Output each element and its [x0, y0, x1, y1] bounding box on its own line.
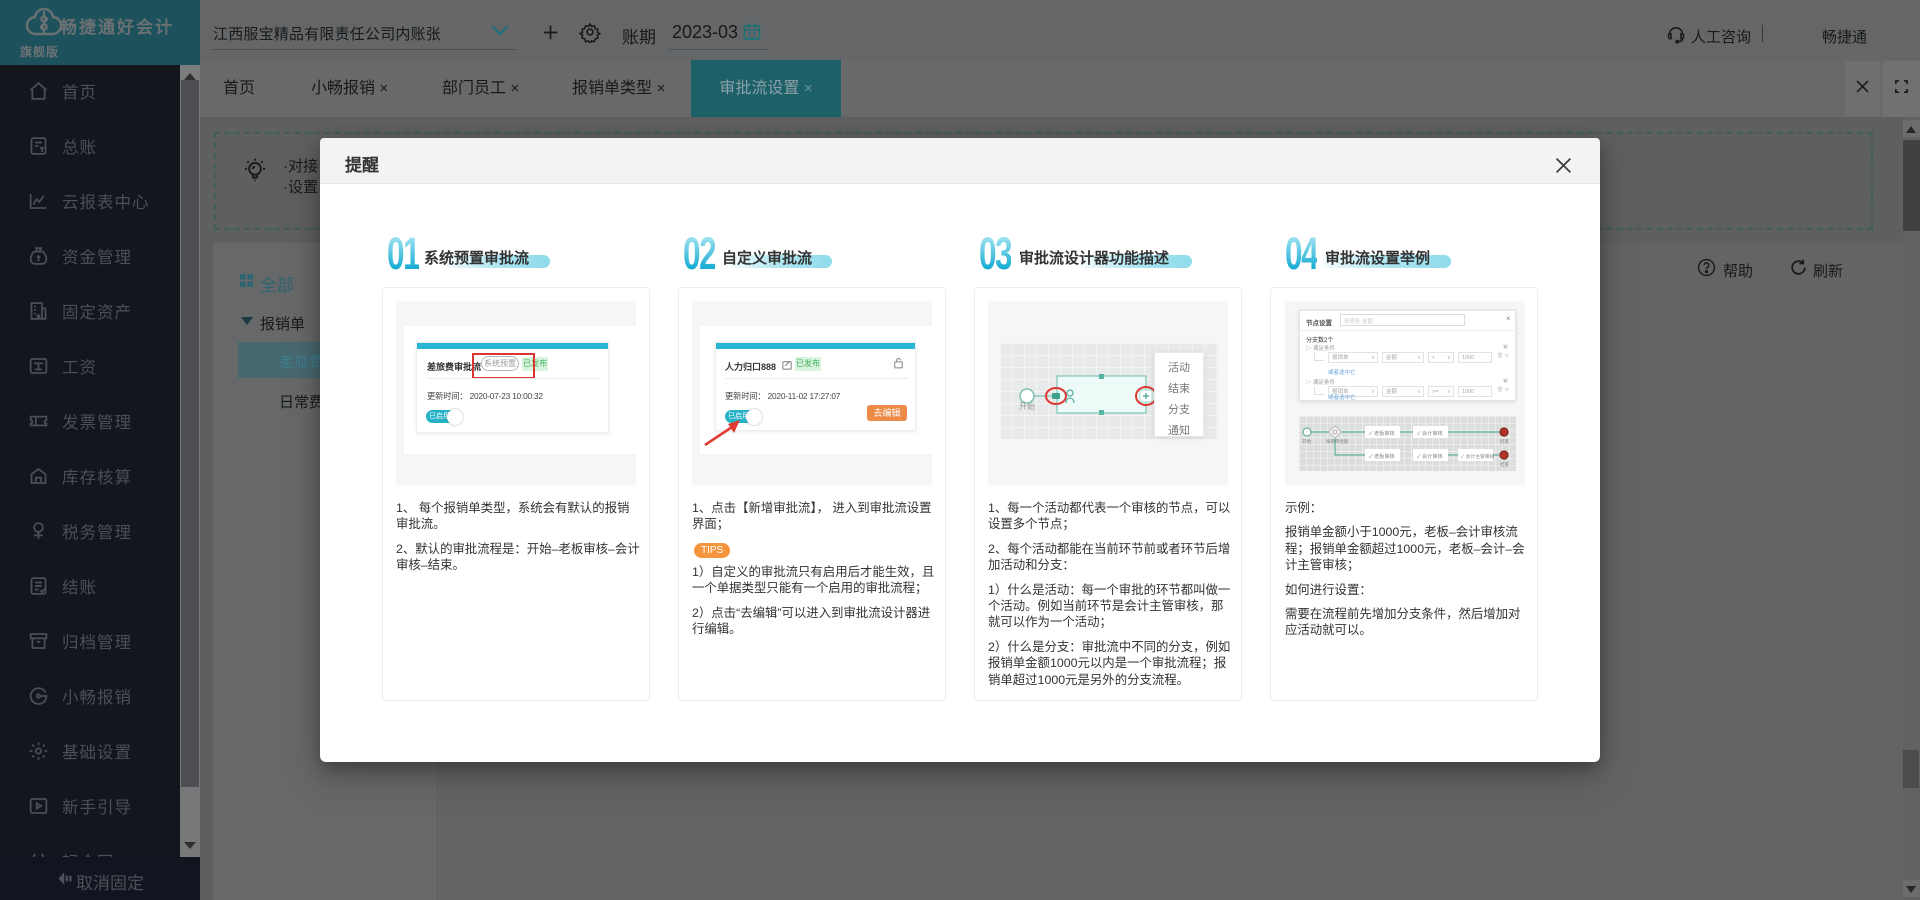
svg-text:结束: 结束	[1500, 438, 1509, 445]
svg-text:✓ 会计审核: ✓ 会计审核	[1417, 452, 1443, 460]
svg-text:报销单金额: 报销单金额	[1326, 438, 1349, 445]
svg-text:结束: 结束	[1500, 461, 1509, 468]
svg-text:✓ 会计审核: ✓ 会计审核	[1417, 429, 1443, 437]
svg-text:开始: 开始	[1302, 438, 1311, 445]
svg-text:开始: 开始	[1019, 401, 1035, 411]
svg-text:✓ 老板审核: ✓ 老板审核	[1369, 452, 1395, 460]
svg-text:✓ 会计主管审核: ✓ 会计主管审核	[1461, 453, 1495, 460]
svg-text:✓ 老板审核: ✓ 老板审核	[1369, 429, 1395, 437]
